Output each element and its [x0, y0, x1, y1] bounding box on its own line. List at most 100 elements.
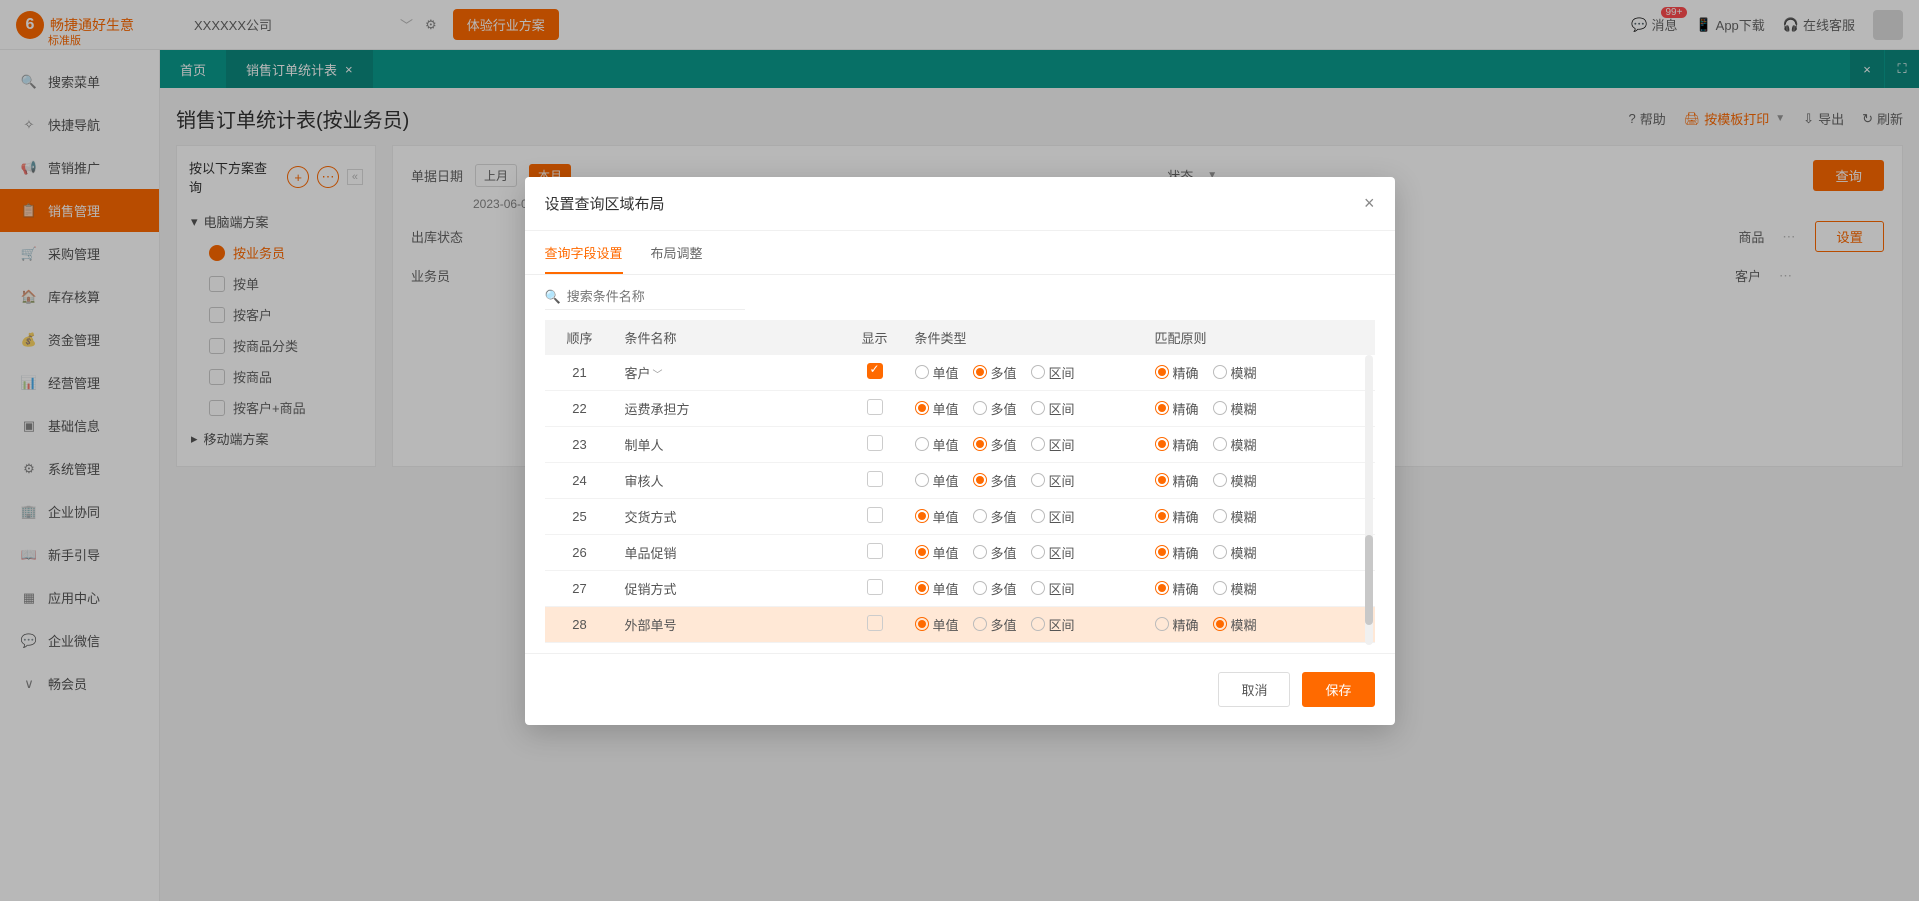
show-checkbox[interactable] — [867, 579, 883, 595]
radio-match-0[interactable]: 精确 — [1155, 579, 1199, 598]
chevron-down-icon[interactable]: ﹀ — [653, 370, 663, 381]
radio-label: 精确 — [1173, 507, 1199, 526]
show-checkbox[interactable] — [867, 507, 883, 523]
radio-type-2[interactable]: 区间 — [1031, 615, 1075, 634]
radio-type-0[interactable]: 单值 — [915, 471, 959, 490]
radio-type-0[interactable]: 单值 — [915, 543, 959, 562]
radio-label: 模糊 — [1231, 615, 1257, 634]
radio-label: 单值 — [933, 399, 959, 418]
show-checkbox[interactable] — [867, 363, 883, 379]
radio-type-1[interactable]: 多值 — [973, 579, 1017, 598]
close-icon[interactable]: × — [1364, 193, 1375, 214]
radio-label: 精确 — [1173, 543, 1199, 562]
radio-type-2[interactable]: 区间 — [1031, 543, 1075, 562]
radio-label: 精确 — [1173, 471, 1199, 490]
radio-type-2[interactable]: 区间 — [1031, 579, 1075, 598]
modal-tabs: 查询字段设置 布局调整 — [525, 231, 1395, 275]
show-checkbox[interactable] — [867, 615, 883, 631]
radio-type-2[interactable]: 区间 — [1031, 435, 1075, 454]
radio-match-1[interactable]: 模糊 — [1213, 435, 1257, 454]
show-checkbox[interactable] — [867, 435, 883, 451]
radio-match-1[interactable]: 模糊 — [1213, 363, 1257, 382]
radio-label: 模糊 — [1231, 543, 1257, 562]
radio-type-2[interactable]: 区间 — [1031, 471, 1075, 490]
radio-match-0[interactable]: 精确 — [1155, 543, 1199, 562]
radio-match-1[interactable]: 模糊 — [1213, 543, 1257, 562]
cell-type: 单值多值区间 — [905, 355, 1145, 390]
radio-type-1[interactable]: 多值 — [973, 507, 1017, 526]
radio-dot — [1031, 365, 1045, 379]
radio-type-0[interactable]: 单值 — [915, 615, 959, 634]
cell-type: 单值多值 区间 — [905, 535, 1145, 570]
radio-label: 单值 — [933, 435, 959, 454]
col-show-header: 显示 — [845, 320, 905, 355]
show-checkbox[interactable] — [867, 471, 883, 487]
radio-type-1[interactable]: 多值 — [973, 471, 1017, 490]
radio-type-1[interactable]: 多值 — [973, 399, 1017, 418]
radio-match-0[interactable]: 精确 — [1155, 615, 1199, 634]
radio-type-0[interactable]: 单值 — [915, 507, 959, 526]
radio-label: 多值 — [991, 399, 1017, 418]
radio-match-1[interactable]: 模糊 — [1213, 507, 1257, 526]
radio-match-0[interactable]: 精确 — [1155, 507, 1199, 526]
radio-label: 精确 — [1173, 579, 1199, 598]
radio-type-1[interactable]: 多值 — [973, 435, 1017, 454]
show-checkbox[interactable] — [867, 543, 883, 559]
table-row[interactable]: 25交货方式单值多值区间精确模糊 — [545, 499, 1375, 535]
radio-type-2[interactable]: 区间 — [1031, 363, 1075, 382]
table-row[interactable]: 21客户﹀单值多值区间精确模糊 — [545, 355, 1375, 391]
radio-type-0[interactable]: 单值 — [915, 579, 959, 598]
radio-label: 精确 — [1173, 435, 1199, 454]
radio-match-1[interactable]: 模糊 — [1213, 399, 1257, 418]
radio-dot — [973, 581, 987, 595]
search-input[interactable] — [567, 289, 745, 304]
radio-dot — [973, 437, 987, 451]
radio-type-2[interactable]: 区间 — [1031, 507, 1075, 526]
radio-type-2[interactable]: 区间 — [1031, 399, 1075, 418]
radio-match-1[interactable]: 模糊 — [1213, 615, 1257, 634]
tab-layout-adjust[interactable]: 布局调整 — [651, 243, 703, 274]
radio-type-1[interactable]: 多值 — [973, 363, 1017, 382]
radio-dot — [915, 581, 929, 595]
save-button[interactable]: 保存 — [1302, 672, 1374, 707]
modal-search: 🔍 — [525, 275, 1395, 320]
radio-label: 单值 — [933, 615, 959, 634]
radio-match-0[interactable]: 精确 — [1155, 363, 1199, 382]
settings-modal: 设置查询区域布局 × 查询字段设置 布局调整 🔍 顺序 条件名称 显示 条件类型… — [525, 177, 1395, 725]
table-row[interactable]: 22运费承担方单值多值区间精确模糊 — [545, 391, 1375, 427]
scrollbar-thumb[interactable] — [1365, 535, 1373, 625]
radio-match-1[interactable]: 模糊 — [1213, 579, 1257, 598]
radio-match-0[interactable]: 精确 — [1155, 435, 1199, 454]
radio-type-1[interactable]: 多值 — [973, 543, 1017, 562]
cell-seq: 27 — [545, 573, 615, 604]
radio-match-0[interactable]: 精确 — [1155, 399, 1199, 418]
radio-dot — [1155, 581, 1169, 595]
search-box[interactable]: 🔍 — [545, 285, 745, 310]
cancel-button[interactable]: 取消 — [1218, 672, 1290, 707]
radio-dot — [1155, 401, 1169, 415]
radio-match-0[interactable]: 精确 — [1155, 471, 1199, 490]
table-row[interactable]: 27促销方式单值多值区间精确模糊 — [545, 571, 1375, 607]
radio-label: 区间 — [1049, 543, 1075, 562]
radio-match-1[interactable]: 模糊 — [1213, 471, 1257, 490]
radio-dot — [1155, 437, 1169, 451]
table-row[interactable]: 26单品促销单值多值区间精确模糊 — [545, 535, 1375, 571]
table-row[interactable]: 24审核人单值多值区间精确模糊 — [545, 463, 1375, 499]
radio-label: 模糊 — [1231, 363, 1257, 382]
cell-type: 单值多值区间 — [905, 571, 1145, 606]
radio-type-0[interactable]: 单值 — [915, 363, 959, 382]
radio-dot — [1031, 401, 1045, 415]
table-row[interactable]: 23制单人单值多值区间精确模糊 — [545, 427, 1375, 463]
cell-type: 单值多值区间 — [905, 499, 1145, 534]
cell-name: 交货方式 — [615, 499, 845, 534]
radio-type-0[interactable]: 单值 — [915, 435, 959, 454]
radio-type-0[interactable]: 单值 — [915, 399, 959, 418]
table-row[interactable]: 29来源应用单值多值区间精确模糊 — [545, 643, 1375, 645]
table-row[interactable]: 28外部单号单值多值区间精确模糊 — [545, 607, 1375, 643]
tab-field-settings[interactable]: 查询字段设置 — [545, 243, 623, 274]
radio-label: 模糊 — [1231, 435, 1257, 454]
radio-dot — [1213, 617, 1227, 631]
radio-type-1[interactable]: 多值 — [973, 615, 1017, 634]
scrollbar-track[interactable] — [1365, 355, 1373, 645]
show-checkbox[interactable] — [867, 399, 883, 415]
